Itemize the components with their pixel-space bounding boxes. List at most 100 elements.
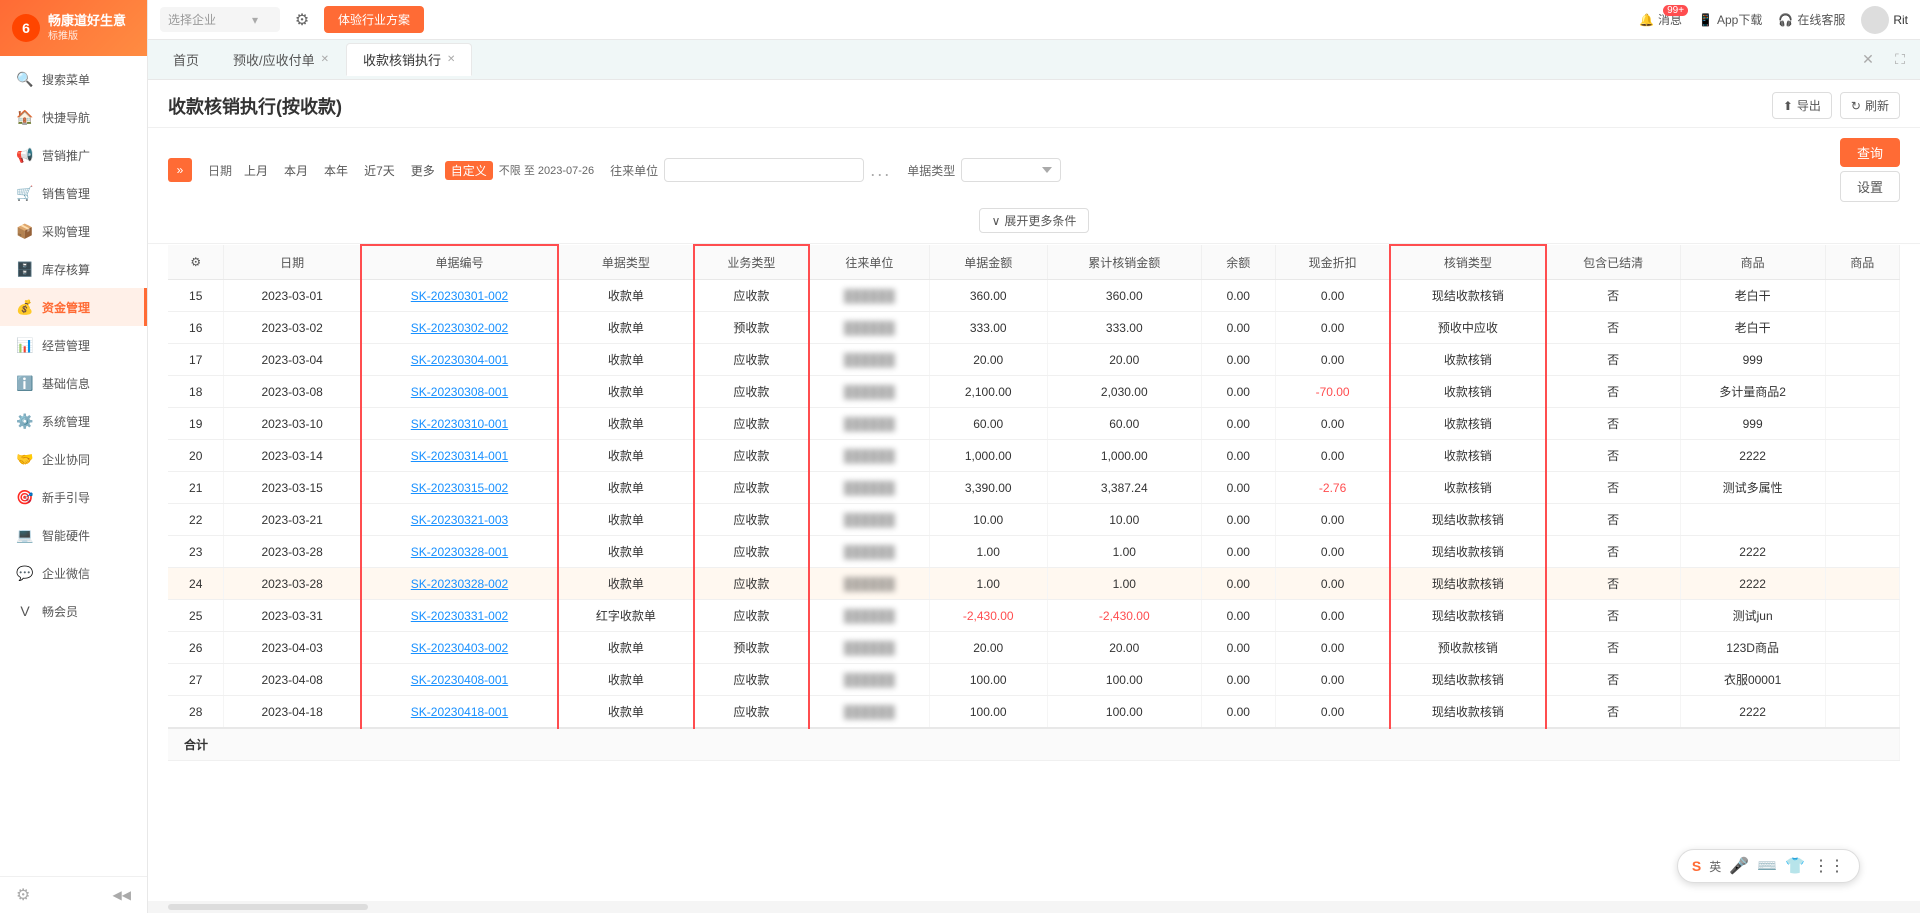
- query-button[interactable]: 查询: [1840, 138, 1900, 167]
- sidebar-item-inventory[interactable]: 🗄️ 库存核算: [0, 250, 147, 288]
- sidebar-footer: ⚙ ◀◀: [0, 876, 147, 913]
- cell-cancel-type: 现结收款核销: [1390, 280, 1545, 312]
- scroll-thumb[interactable]: [168, 904, 368, 910]
- app-download-button[interactable]: 📱 App下载: [1698, 11, 1762, 28]
- ime-apps-icon[interactable]: ⋮⋮: [1813, 856, 1845, 876]
- cell-cash-discount: 0.00: [1275, 504, 1390, 536]
- voucher-no-link[interactable]: SK-20230301-002: [411, 289, 508, 303]
- tab-collection[interactable]: 收款核销执行 ✕: [346, 43, 472, 76]
- tab-close-collection[interactable]: ✕: [447, 54, 455, 65]
- cell-cum-cancel: 1,000.00: [1047, 440, 1201, 472]
- cell-product2: [1825, 664, 1899, 696]
- cell-include-settled: 否: [1546, 440, 1681, 472]
- date-btn-this-month[interactable]: 本月: [278, 160, 314, 181]
- gear-icon[interactable]: ⚙: [288, 6, 316, 34]
- voucher-no-link[interactable]: SK-20230328-002: [411, 577, 508, 591]
- date-btn-last-month[interactable]: 上月: [238, 160, 274, 181]
- date-filter-group: 日期 上月 本月 本年 近7天 更多 自定义 不限 至 2023-07-26: [208, 160, 594, 181]
- ime-shirt-icon[interactable]: 👕: [1785, 856, 1805, 876]
- table-row: 20 2023-03-14 SK-20230314-001 收款单 应收款 ██…: [168, 440, 1900, 472]
- tab-expand-icon[interactable]: ⛶: [1888, 48, 1912, 72]
- cell-balance: 0.00: [1201, 280, 1275, 312]
- col-partner-header: 往来单位: [809, 245, 929, 280]
- date-btn-this-year[interactable]: 本年: [318, 160, 354, 181]
- voucher-no-link[interactable]: SK-20230310-001: [411, 417, 508, 431]
- cell-date: 2023-04-08: [224, 664, 361, 696]
- sidebar-item-finance[interactable]: 💰 资金管理: [0, 288, 147, 326]
- tab-prepay[interactable]: 预收/应收付单 ✕: [216, 43, 346, 76]
- cell-biz-type: 应收款: [694, 504, 810, 536]
- cell-cum-cancel: -2,430.00: [1047, 600, 1201, 632]
- voucher-no-link[interactable]: SK-20230403-002: [411, 641, 508, 655]
- collapse-icon[interactable]: ◀◀: [113, 888, 131, 902]
- sidebar-item-quick-nav[interactable]: 🏠 快捷导航: [0, 98, 147, 136]
- member-icon: V: [16, 602, 34, 620]
- cell-cancel-type: 预收中应收: [1390, 312, 1545, 344]
- cell-partner: ██████: [809, 280, 929, 312]
- ime-mic-icon[interactable]: 🎤: [1729, 856, 1749, 876]
- cell-cancel-type: 现结收款核销: [1390, 536, 1545, 568]
- sidebar-item-guide[interactable]: 🎯 新手引导: [0, 478, 147, 516]
- voucher-no-link[interactable]: SK-20230331-002: [411, 609, 508, 623]
- sidebar-item-member[interactable]: V 畅会员: [0, 592, 147, 630]
- sidebar-item-marketing[interactable]: 📢 营销推广: [0, 136, 147, 174]
- refresh-button[interactable]: ↻ 刷新: [1840, 92, 1900, 119]
- sidebar-item-search[interactable]: 🔍 搜索菜单: [0, 60, 147, 98]
- sidebar-item-operations[interactable]: 📊 经营管理: [0, 326, 147, 364]
- sidebar-item-hardware[interactable]: 💻 智能硬件: [0, 516, 147, 554]
- ime-keyboard-icon[interactable]: ⌨️: [1757, 856, 1777, 876]
- cell-biz-type: 预收款: [694, 312, 810, 344]
- date-btn-custom[interactable]: 自定义: [445, 161, 493, 180]
- user-avatar[interactable]: Rit: [1861, 6, 1908, 34]
- export-icon: ⬆: [1783, 99, 1793, 113]
- cell-balance: 0.00: [1201, 408, 1275, 440]
- cell-seq: 20: [168, 440, 224, 472]
- cell-voucher-no: SK-20230331-002: [361, 600, 558, 632]
- topbar-left: 选择企业 ▾ ⚙ 体验行业方案: [160, 6, 1627, 34]
- filter-dots-icon[interactable]: ...: [870, 160, 891, 181]
- tab-close-all-icon[interactable]: ✕: [1856, 48, 1880, 72]
- messages-button[interactable]: 🔔 消息 99+: [1639, 11, 1682, 28]
- sidebar-item-system[interactable]: ⚙️ 系统管理: [0, 402, 147, 440]
- page-content: 收款核销执行(按收款) ⬆ 导出 ↻ 刷新 » 日期 上月: [148, 80, 1920, 913]
- settings-footer-icon[interactable]: ⚙: [16, 885, 30, 905]
- voucher-no-link[interactable]: SK-20230315-002: [411, 481, 508, 495]
- filter-settings-button[interactable]: 设置: [1840, 171, 1900, 202]
- total-label: 合计: [168, 728, 1900, 761]
- enterprise-selector[interactable]: 选择企业 ▾: [160, 7, 280, 32]
- cell-product: 衣服00001: [1680, 664, 1825, 696]
- voucher-no-link[interactable]: SK-20230321-003: [411, 513, 508, 527]
- voucher-no-link[interactable]: SK-20230302-002: [411, 321, 508, 335]
- tab-home[interactable]: 首页: [156, 43, 216, 76]
- voucher-no-link[interactable]: SK-20230408-001: [411, 673, 508, 687]
- sidebar-item-wechat[interactable]: 💬 企业微信: [0, 554, 147, 592]
- operations-icon: 📊: [16, 336, 34, 354]
- cell-voucher-type: 收款单: [558, 696, 693, 729]
- table-row: 19 2023-03-10 SK-20230310-001 收款单 应收款 ██…: [168, 408, 1900, 440]
- solution-button[interactable]: 体验行业方案: [324, 6, 424, 33]
- date-btn-more[interactable]: 更多: [405, 160, 441, 181]
- sidebar-item-enterprise[interactable]: 🤝 企业协同: [0, 440, 147, 478]
- partner-filter-input[interactable]: [664, 158, 864, 182]
- cell-cum-cancel: 1.00: [1047, 568, 1201, 600]
- cell-include-settled: 否: [1546, 568, 1681, 600]
- date-btn-7days[interactable]: 近7天: [358, 160, 401, 181]
- cell-biz-type: 应收款: [694, 600, 810, 632]
- chevron-down-icon2: ∨: [992, 214, 1001, 228]
- voucher-no-link[interactable]: SK-20230418-001: [411, 705, 508, 719]
- sidebar-item-sales[interactable]: 🛒 销售管理: [0, 174, 147, 212]
- scroll-track[interactable]: [148, 901, 1920, 913]
- voucher-no-link[interactable]: SK-20230304-001: [411, 353, 508, 367]
- voucher-no-link[interactable]: SK-20230314-001: [411, 449, 508, 463]
- filter-expand-button[interactable]: »: [168, 158, 192, 182]
- voucher-no-link[interactable]: SK-20230328-001: [411, 545, 508, 559]
- expand-more-button[interactable]: ∨ 展开更多条件: [979, 208, 1090, 233]
- sidebar-item-basic-info[interactable]: ℹ️ 基础信息: [0, 364, 147, 402]
- voucher-no-link[interactable]: SK-20230308-001: [411, 385, 508, 399]
- tab-close-prepay[interactable]: ✕: [321, 54, 329, 65]
- voucher-type-select[interactable]: [961, 158, 1061, 182]
- col-settings-header[interactable]: ⚙: [168, 245, 224, 280]
- service-button[interactable]: 🎧 在线客服: [1778, 11, 1845, 28]
- export-button[interactable]: ⬆ 导出: [1772, 92, 1832, 119]
- sidebar-item-purchase[interactable]: 📦 采购管理: [0, 212, 147, 250]
